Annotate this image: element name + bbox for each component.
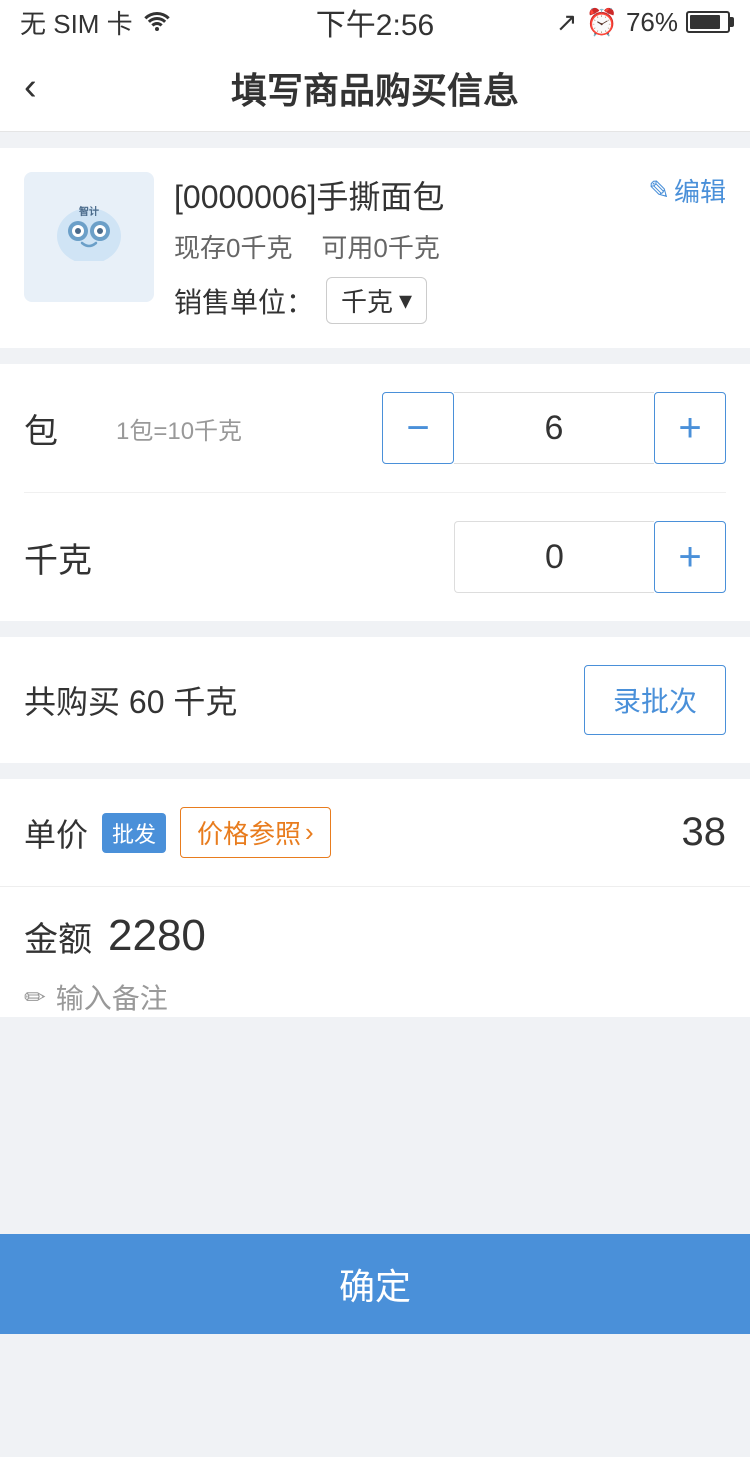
price-type-tag: 批发 xyxy=(102,813,166,853)
back-button[interactable]: ‹ xyxy=(24,66,37,109)
stock-label: 现存0千克 xyxy=(174,233,292,263)
price-section: 单价 批发 价格参照 › 38 xyxy=(0,779,750,887)
total-text: 共购买 60 千克 xyxy=(24,677,237,723)
kg-qty-row: 千克 + xyxy=(24,493,726,621)
price-label: 单价 xyxy=(24,810,88,856)
dropdown-icon: ▾ xyxy=(399,285,412,316)
alarm-icon: ⏰ xyxy=(586,7,618,38)
amount-value: 2280 xyxy=(108,911,206,961)
bao-qty-input[interactable] xyxy=(454,392,654,464)
battery-icon xyxy=(686,11,730,33)
product-unit-row: 销售单位： 千克 ▾ xyxy=(174,277,726,324)
bao-sublabel: 1包=10千克 xyxy=(116,411,242,446)
amount-row: 金额 2280 xyxy=(24,911,726,961)
svg-text:智计: 智计 xyxy=(79,205,99,218)
status-left: 无 SIM 卡 xyxy=(20,4,171,41)
product-logo-icon: 智计 xyxy=(54,201,124,273)
bao-qty-controls: − + xyxy=(382,392,726,464)
kg-qty-controls: + xyxy=(454,521,726,593)
available-label: 可用0千克 xyxy=(321,233,439,263)
bao-label: 包 xyxy=(24,404,104,453)
unit-row-label: 销售单位： xyxy=(174,281,314,321)
product-card: 智计 [0000006]手撕面包 现存0千克 可用0千克 销售单位： 千克 ▾ … xyxy=(0,148,750,348)
bao-qty-row: 包 1包=10千克 − + xyxy=(24,364,726,493)
bao-plus-button[interactable]: + xyxy=(654,392,726,464)
confirm-bar[interactable]: 确定 xyxy=(0,1234,750,1334)
wifi-icon xyxy=(143,7,171,38)
price-ref-arrow: › xyxy=(305,817,314,848)
product-info: [0000006]手撕面包 现存0千克 可用0千克 销售单位： 千克 ▾ xyxy=(174,172,726,324)
product-name: [0000006]手撕面包 xyxy=(174,172,726,218)
confirm-button-label: 确定 xyxy=(339,1258,411,1310)
edit-button[interactable]: ✎ 编辑 xyxy=(648,172,726,209)
kg-label: 千克 xyxy=(24,533,104,582)
carrier-label: 无 SIM 卡 xyxy=(20,4,133,41)
product-stock: 现存0千克 可用0千克 xyxy=(174,228,726,265)
status-time: 下午2:56 xyxy=(316,0,434,44)
price-ref-button[interactable]: 价格参照 › xyxy=(180,807,331,858)
edit-icon: ✎ xyxy=(648,175,670,206)
product-image: 智计 xyxy=(24,172,154,302)
location-icon: ↗ xyxy=(556,7,578,38)
status-right: ↗ ⏰ 76% xyxy=(556,7,730,38)
kg-plus-button[interactable]: + xyxy=(654,521,726,593)
battery-percent: 76% xyxy=(626,7,678,38)
amount-label: 金额 xyxy=(24,912,92,961)
price-value: 38 xyxy=(682,810,727,855)
total-section: 共购买 60 千克 录批次 xyxy=(0,637,750,763)
bao-qty-section: 包 1包=10千克 − + 千克 + xyxy=(0,364,750,621)
amount-section: 金额 2280 ✏ 输入备注 xyxy=(0,887,750,1017)
unit-select[interactable]: 千克 ▾ xyxy=(326,277,427,324)
record-batch-button[interactable]: 录批次 xyxy=(584,665,726,735)
status-bar: 无 SIM 卡 下午2:56 ↗ ⏰ 76% xyxy=(0,0,750,44)
bao-minus-button[interactable]: − xyxy=(382,392,454,464)
price-row: 单价 批发 价格参照 › 38 xyxy=(24,807,726,858)
page-title: 填写商品购买信息 xyxy=(231,62,519,114)
kg-qty-input[interactable] xyxy=(454,521,654,593)
nav-bar: ‹ 填写商品购买信息 xyxy=(0,44,750,132)
note-placeholder: 输入备注 xyxy=(56,977,168,1017)
pencil-icon: ✏ xyxy=(24,982,46,1013)
note-row[interactable]: ✏ 输入备注 xyxy=(24,977,726,1017)
